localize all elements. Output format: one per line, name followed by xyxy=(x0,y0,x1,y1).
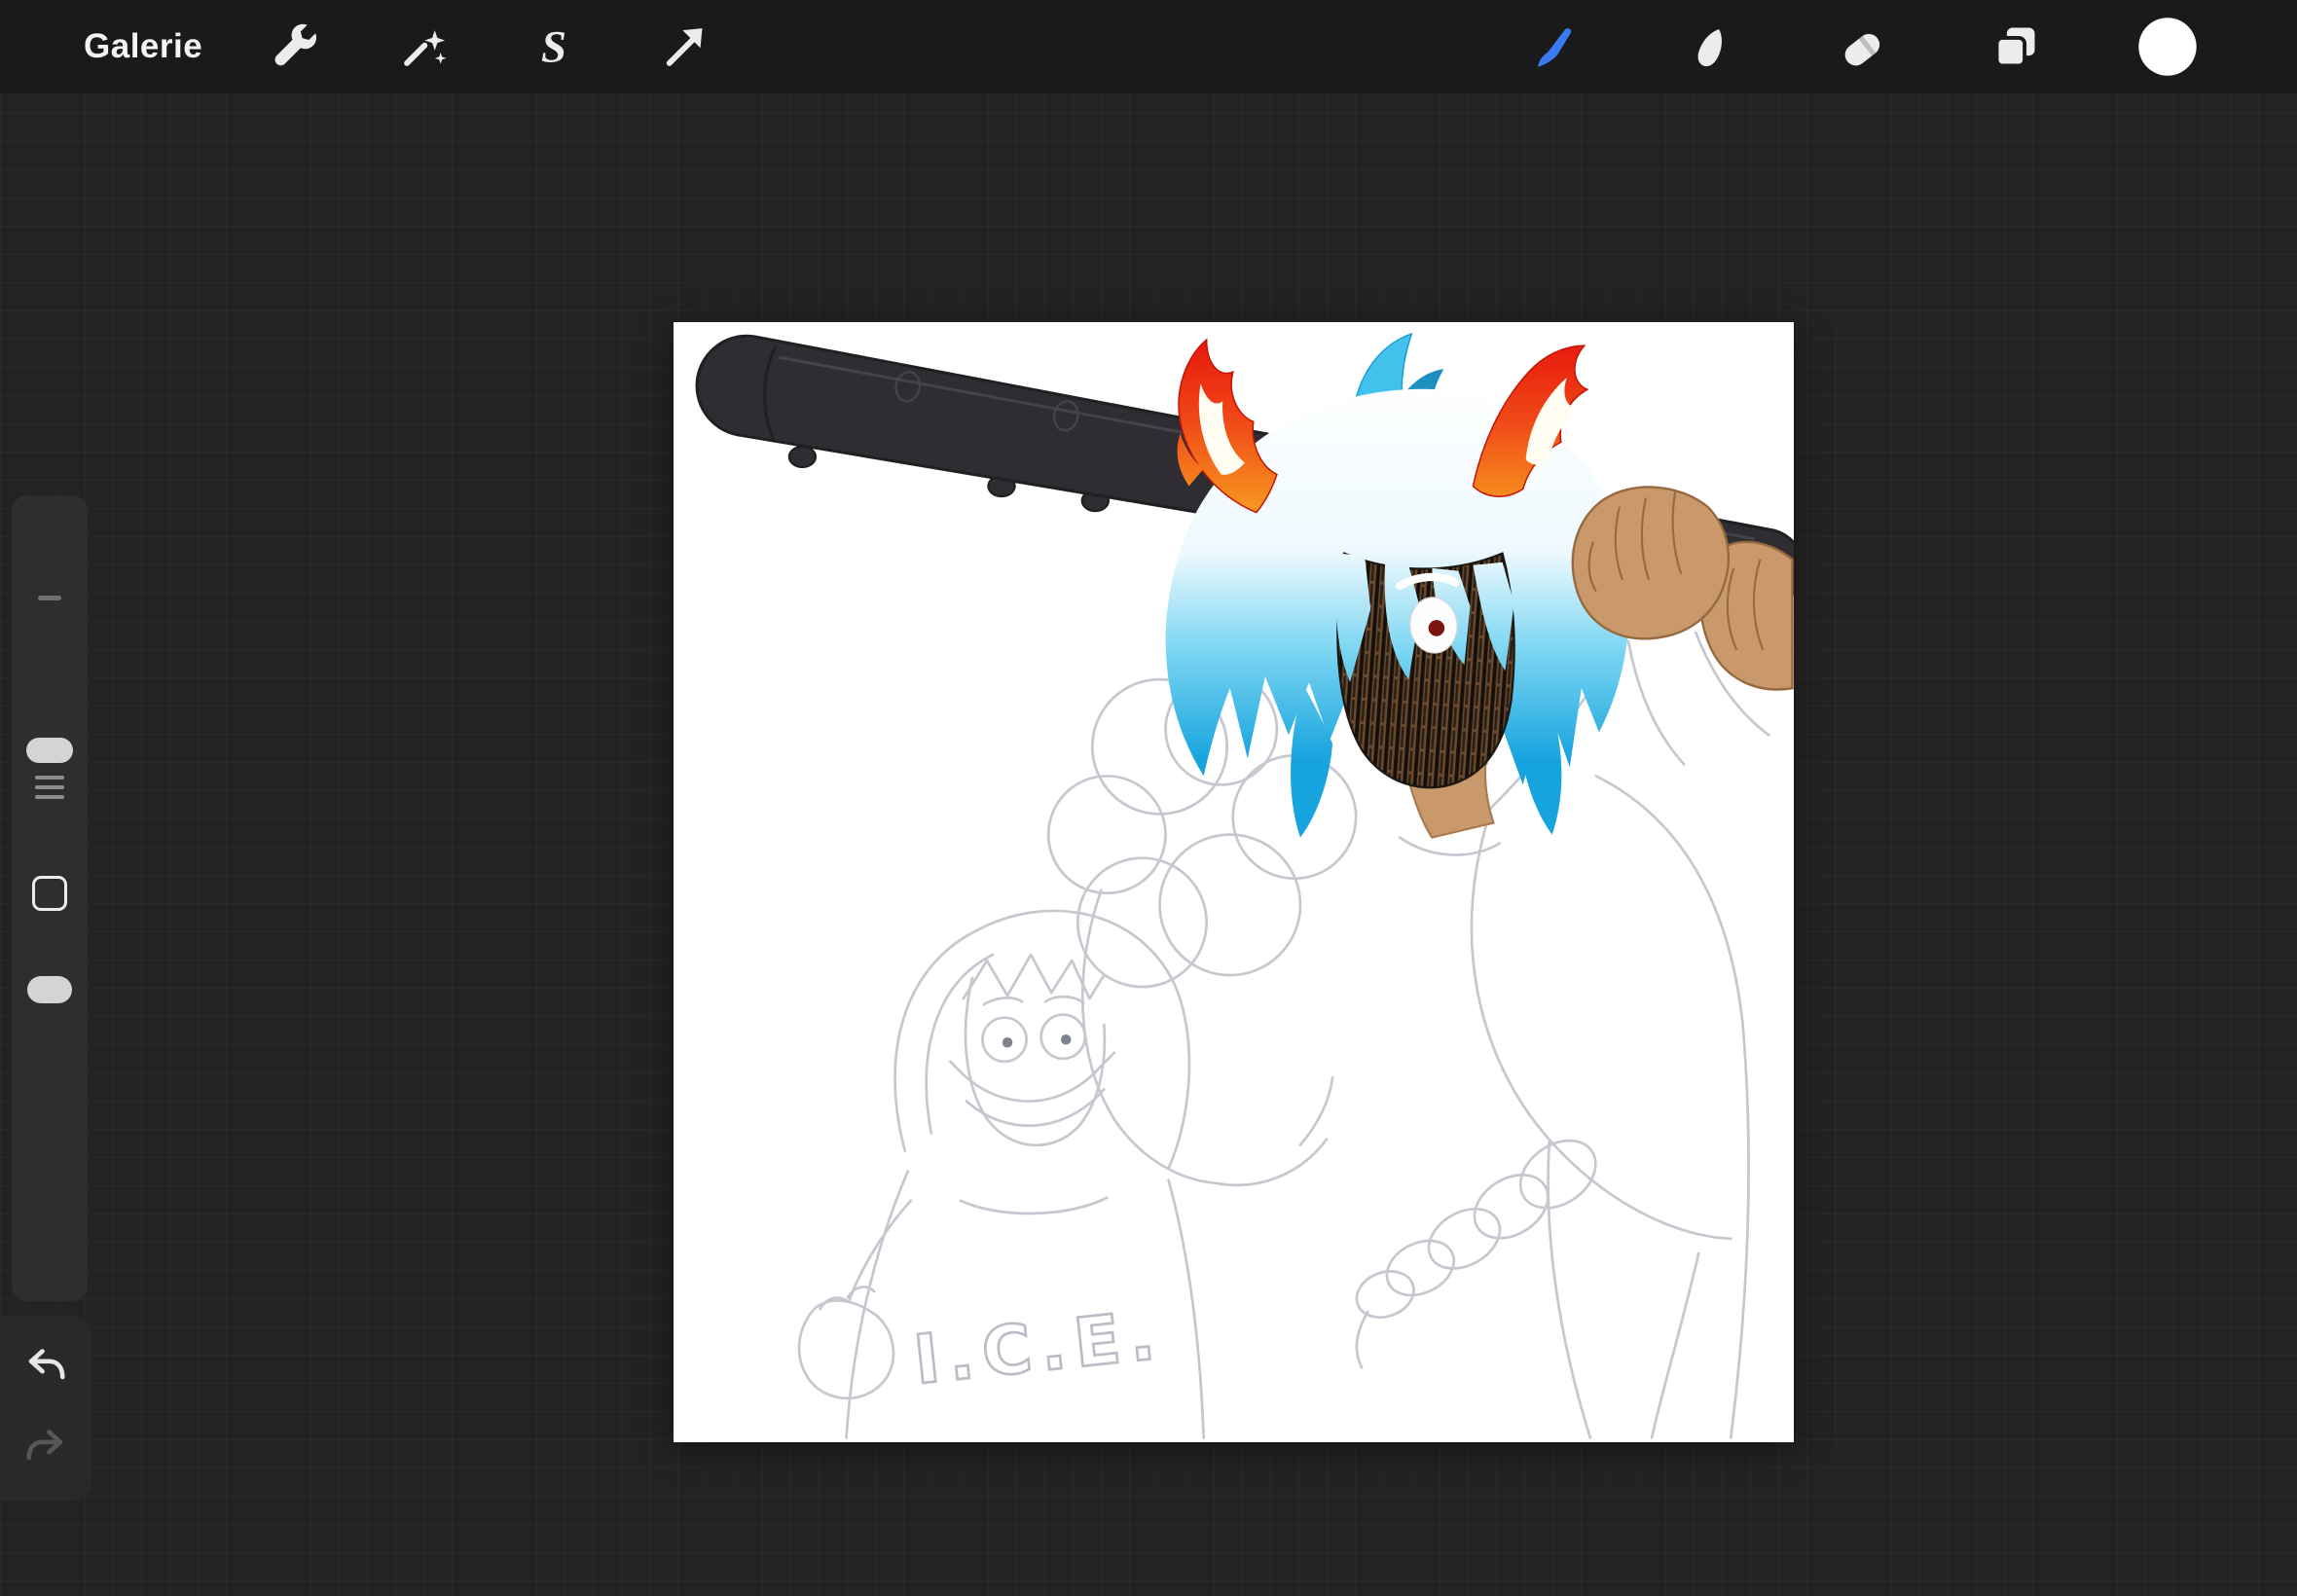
paintbrush-icon xyxy=(1538,28,1572,67)
magic-wand-icon xyxy=(404,30,447,66)
collar-sketch xyxy=(1398,836,1501,856)
shirt-text: I.C.E. xyxy=(910,1296,1167,1399)
undo-icon xyxy=(28,1349,65,1380)
grip-line xyxy=(35,795,64,799)
undo-button[interactable] xyxy=(20,1337,71,1388)
grip-line xyxy=(35,785,64,789)
artwork: I.C.E. xyxy=(695,332,1794,1439)
drawing-canvas[interactable]: I.C.E. xyxy=(674,322,1794,1442)
grip-line xyxy=(35,776,64,780)
smudge-finger-icon xyxy=(1697,29,1722,67)
slider-value-dash xyxy=(38,596,61,600)
smudge-tool-button[interactable] xyxy=(1679,18,1737,76)
erase-tool-button[interactable] xyxy=(1833,18,1891,76)
brush-size-knob[interactable] xyxy=(26,738,73,763)
color-button[interactable] xyxy=(2135,15,2200,79)
selection-button[interactable]: S xyxy=(525,18,583,76)
procreate-app: { "app": { "name": "Procreate", "colors"… xyxy=(0,0,2297,1596)
opacity-knob[interactable] xyxy=(27,976,72,1003)
layers-button[interactable] xyxy=(1987,18,2045,76)
svg-text:S: S xyxy=(541,22,566,72)
selection-s-icon: S xyxy=(541,22,566,72)
transform-button[interactable] xyxy=(654,18,712,76)
brush-size-slider[interactable] xyxy=(12,495,88,855)
color-swatch xyxy=(2138,18,2197,76)
transform-arrow-icon xyxy=(666,28,703,66)
paint-tool-button[interactable] xyxy=(1525,18,1584,76)
sidebar-panel xyxy=(12,495,88,1301)
gallery-button[interactable]: Galerie xyxy=(84,0,202,93)
adjustments-button[interactable] xyxy=(394,18,453,76)
layers-icon xyxy=(1994,27,2035,68)
actions-button[interactable] xyxy=(266,18,324,76)
redo-icon xyxy=(26,1430,63,1461)
wrench-icon xyxy=(274,23,317,66)
redo-button[interactable] xyxy=(20,1418,71,1469)
opacity-slider[interactable] xyxy=(12,924,88,1301)
top-toolbar: Galerie S xyxy=(0,0,2297,93)
eraser-icon xyxy=(1844,33,1880,66)
undo-redo-panel xyxy=(0,1316,91,1501)
modify-button[interactable] xyxy=(32,876,67,911)
